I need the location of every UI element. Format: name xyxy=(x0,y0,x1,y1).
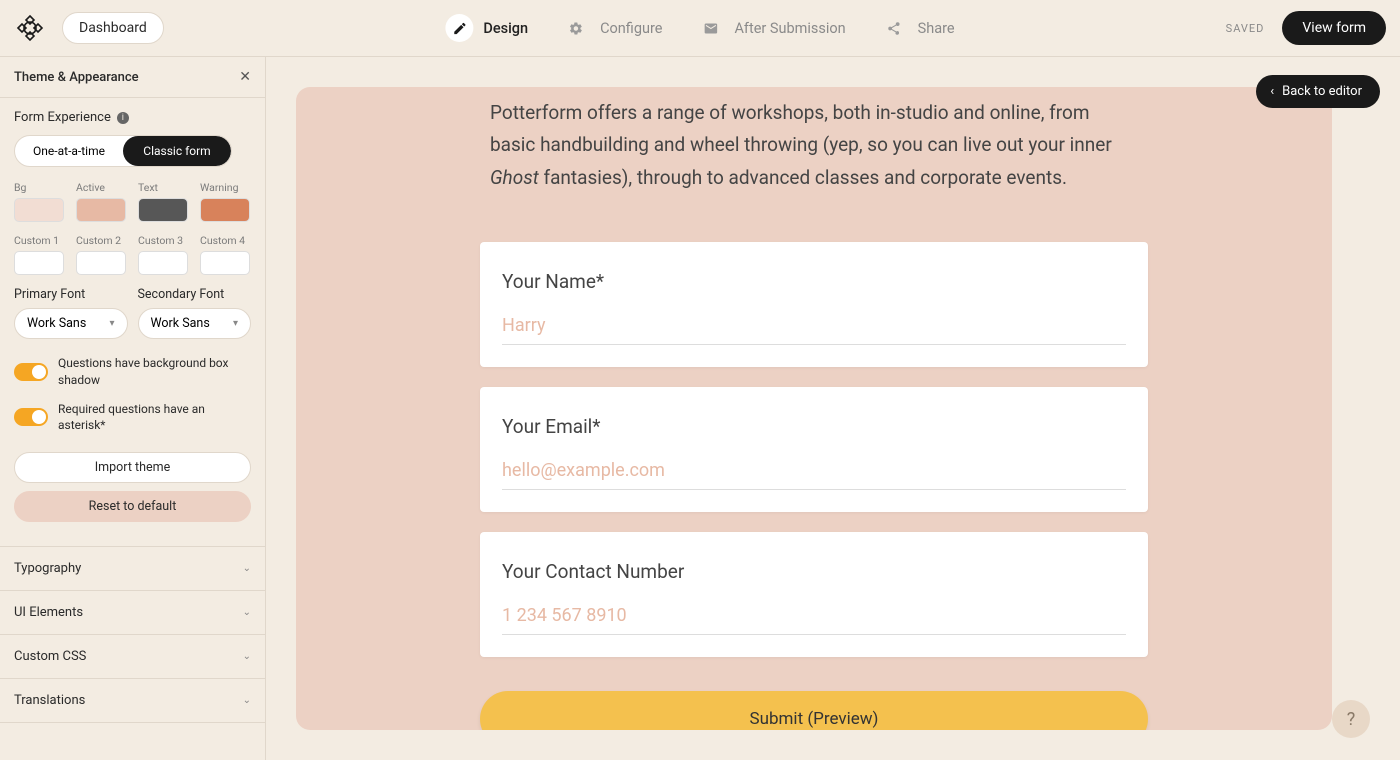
toggle-asterisk[interactable] xyxy=(14,408,48,426)
theme-sidebar: Theme & Appearance ✕ Form Experience i O… xyxy=(0,57,266,760)
phone-input[interactable] xyxy=(502,597,1126,635)
section-ui-elements[interactable]: UI Elements ⌄ xyxy=(0,590,265,634)
chevron-down-icon: ⌄ xyxy=(243,695,251,706)
top-bar: Dashboard Design Configure After Submiss… xyxy=(0,0,1400,57)
swatch-c1-label: Custom 1 xyxy=(14,234,64,247)
intro-paragraph: Potterform offers a range of workshops, … xyxy=(484,97,1144,194)
swatch-warning-label: Warning xyxy=(200,181,250,194)
swatch-bg[interactable] xyxy=(14,198,64,222)
secondary-font-select[interactable]: Work Sans ▾ xyxy=(138,308,252,339)
chevron-down-icon: ⌄ xyxy=(243,651,251,662)
swatch-c3-label: Custom 3 xyxy=(138,234,188,247)
section-translations[interactable]: Translations ⌄ xyxy=(0,678,265,723)
nav-label: Configure xyxy=(600,20,662,37)
pencil-icon xyxy=(445,14,473,42)
swatch-custom-4[interactable] xyxy=(200,251,250,275)
secondary-font-label: Secondary Font xyxy=(138,287,252,302)
question-card-email: Your Email* xyxy=(480,387,1148,512)
nav-design[interactable]: Design xyxy=(445,14,528,42)
nav-share[interactable]: Share xyxy=(880,14,955,42)
form-experience-toggle: One-at-a-time Classic form xyxy=(14,135,232,167)
chevron-left-icon: ‹ xyxy=(1270,84,1274,99)
segment-one-at-a-time[interactable]: One-at-a-time xyxy=(15,136,123,166)
nav-label: After Submission xyxy=(734,20,845,37)
close-icon[interactable]: ✕ xyxy=(239,69,251,85)
swatch-warning[interactable] xyxy=(200,198,250,222)
swatch-active[interactable] xyxy=(76,198,126,222)
reset-default-button[interactable]: Reset to default xyxy=(14,491,251,522)
chevron-down-icon: ▾ xyxy=(233,318,238,329)
submit-preview-button[interactable]: Submit (Preview) xyxy=(480,691,1148,730)
back-to-editor-button[interactable]: ‹ Back to editor xyxy=(1256,75,1380,108)
section-label: Custom CSS xyxy=(14,649,86,664)
swatch-c4-label: Custom 4 xyxy=(200,234,250,247)
section-label: UI Elements xyxy=(14,605,83,620)
app-logo[interactable] xyxy=(14,12,46,44)
toggle-asterisk-label: Required questions have an asterisk* xyxy=(58,401,251,435)
mail-icon xyxy=(696,14,724,42)
swatch-c2-label: Custom 2 xyxy=(76,234,126,247)
swatch-active-label: Active xyxy=(76,181,126,194)
chevron-down-icon: ⌄ xyxy=(243,607,251,618)
form-experience-label: Form Experience xyxy=(14,110,111,125)
name-input[interactable] xyxy=(502,307,1126,345)
info-icon[interactable]: i xyxy=(117,112,129,124)
gear-icon xyxy=(562,14,590,42)
toggle-box-shadow[interactable] xyxy=(14,363,48,381)
question-label: Your Contact Number xyxy=(502,560,1126,583)
share-icon xyxy=(880,14,908,42)
section-typography[interactable]: Typography ⌄ xyxy=(0,546,265,590)
import-theme-button[interactable]: Import theme xyxy=(14,452,251,483)
swatch-custom-1[interactable] xyxy=(14,251,64,275)
segment-classic-form[interactable]: Classic form xyxy=(123,136,231,166)
sidebar-title: Theme & Appearance xyxy=(14,70,139,85)
question-icon: ? xyxy=(1347,709,1356,730)
nav-label: Design xyxy=(483,20,528,37)
chevron-down-icon: ⌄ xyxy=(243,563,251,574)
section-custom-css[interactable]: Custom CSS ⌄ xyxy=(0,634,265,678)
toggle-box-shadow-label: Questions have background box shadow xyxy=(58,355,251,389)
dashboard-button[interactable]: Dashboard xyxy=(62,12,164,44)
chevron-down-icon: ▾ xyxy=(109,318,114,329)
nav-configure[interactable]: Configure xyxy=(562,14,662,42)
form-preview: Potterform offers a range of workshops, … xyxy=(296,87,1332,730)
help-button[interactable]: ? xyxy=(1332,700,1370,738)
question-label: Your Name* xyxy=(502,270,1126,293)
section-label: Translations xyxy=(14,693,85,708)
swatch-text[interactable] xyxy=(138,198,188,222)
primary-font-label: Primary Font xyxy=(14,287,128,302)
question-label: Your Email* xyxy=(502,415,1126,438)
nav-after-submission[interactable]: After Submission xyxy=(696,14,845,42)
saved-indicator: SAVED xyxy=(1226,22,1265,35)
preview-canvas-wrapper: ‹ Back to editor Potterform offers a ran… xyxy=(266,57,1400,760)
back-label: Back to editor xyxy=(1282,84,1362,99)
email-input[interactable] xyxy=(502,452,1126,490)
primary-font-select[interactable]: Work Sans ▾ xyxy=(14,308,128,339)
swatch-custom-2[interactable] xyxy=(76,251,126,275)
primary-font-value: Work Sans xyxy=(27,316,86,331)
section-label: Typography xyxy=(14,561,81,576)
secondary-font-value: Work Sans xyxy=(151,316,210,331)
swatch-bg-label: Bg xyxy=(14,181,64,194)
question-card-phone: Your Contact Number xyxy=(480,532,1148,657)
question-card-name: Your Name* xyxy=(480,242,1148,367)
swatch-custom-3[interactable] xyxy=(138,251,188,275)
view-form-button[interactable]: View form xyxy=(1282,11,1386,45)
swatch-text-label: Text xyxy=(138,181,188,194)
nav-label: Share xyxy=(918,20,955,37)
